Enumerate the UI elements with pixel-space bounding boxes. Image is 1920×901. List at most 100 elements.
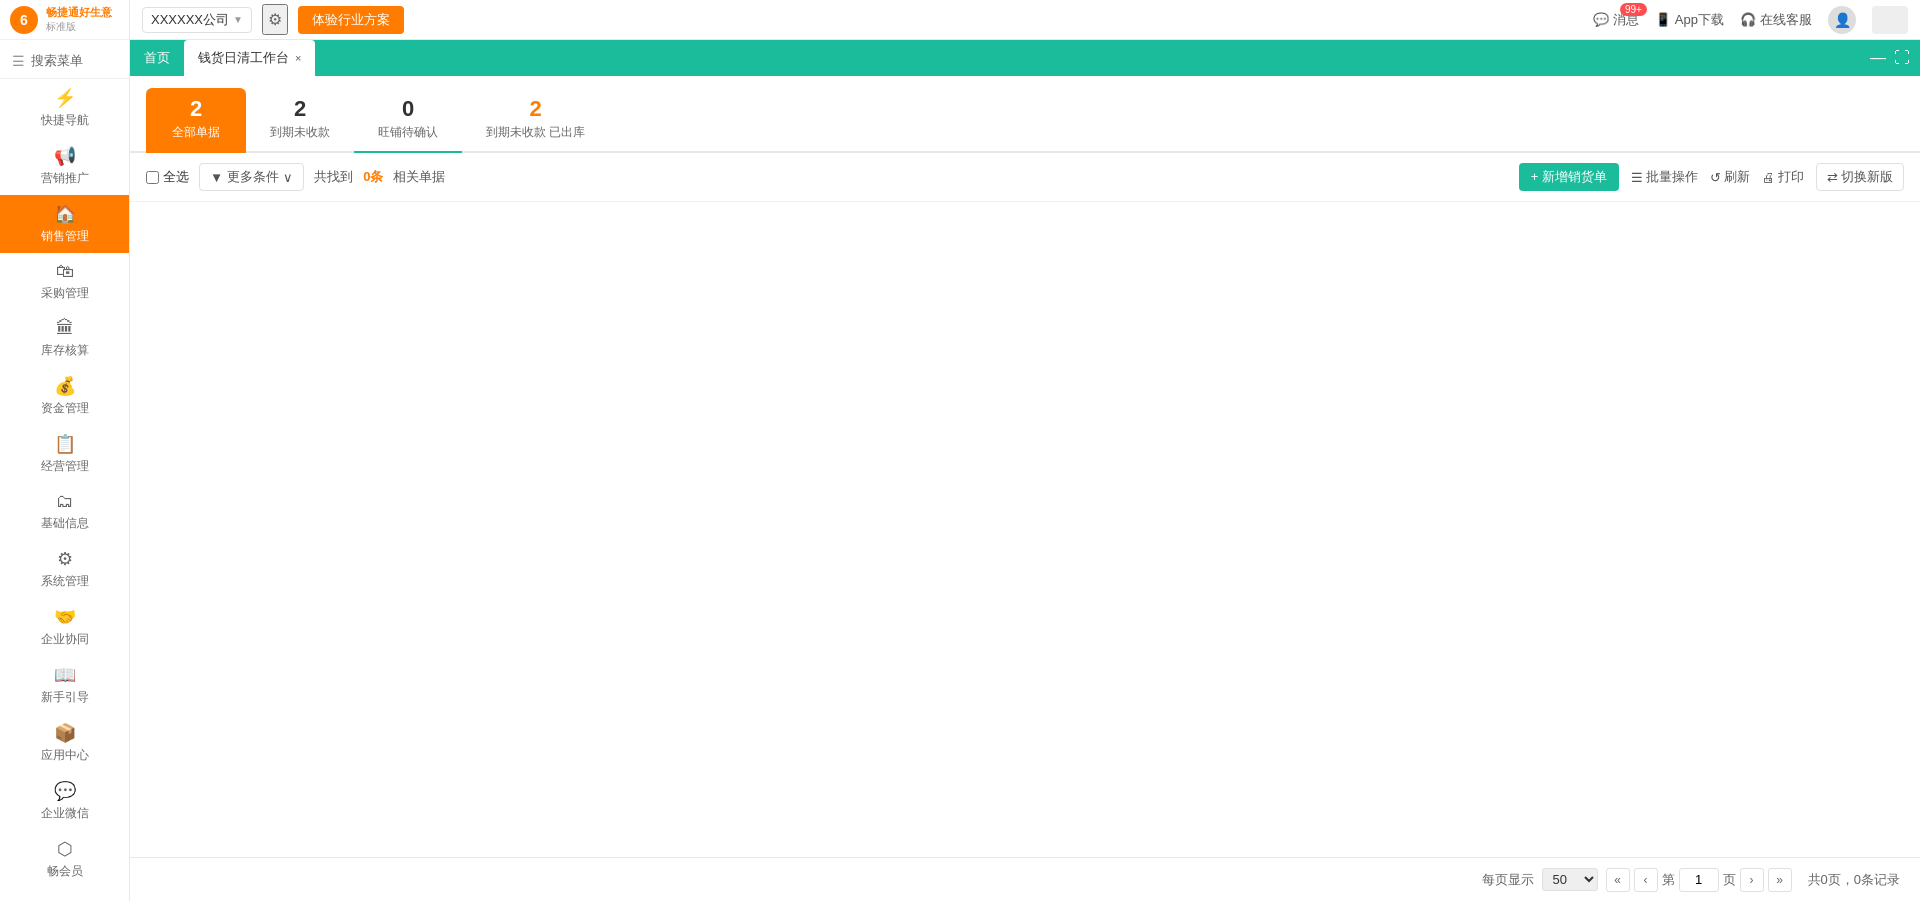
tab-close-icon[interactable]: × xyxy=(295,52,301,64)
found-prefix: 共找到 xyxy=(314,168,353,186)
sidebar-label-inventory: 库存核算 xyxy=(41,342,89,359)
sidebar-item-guide[interactable]: 📖 新手引导 xyxy=(0,656,129,714)
search-menu-label: 搜索菜单 xyxy=(31,52,83,70)
sidebar: 6 畅捷通好生意 标准版 ☰ 搜索菜单 ⚡ 快捷导航 📢 营销推广 🏠 销售管理… xyxy=(0,0,130,901)
toolbar: 全选 ▼ 更多条件 ∨ 共找到 0条 相关单据 + 新增销货单 ☰ 批量操作 ↺… xyxy=(130,153,1920,202)
filter-arrow-icon: ∨ xyxy=(283,170,293,185)
prev-page-btn[interactable]: ‹ xyxy=(1634,868,1658,892)
select-all-label: 全选 xyxy=(163,168,189,186)
tab-home[interactable]: 首页 xyxy=(130,40,184,76)
user-extra[interactable] xyxy=(1872,6,1908,34)
marketing-icon: 📢 xyxy=(54,145,76,167)
refresh-btn[interactable]: ↺ 刷新 xyxy=(1710,168,1750,186)
last-page-btn[interactable]: » xyxy=(1768,868,1792,892)
sidebar-label-marketing: 营销推广 xyxy=(41,170,89,187)
sidebar-item-marketing[interactable]: 📢 营销推广 xyxy=(0,137,129,195)
header-right: 💬 消息 99+ 📱 App下载 🎧 在线客服 👤 xyxy=(1593,6,1908,34)
inventory-icon: 🏛 xyxy=(56,318,74,339)
purchase-icon: 🛍 xyxy=(56,261,74,282)
sidebar-item-wechat[interactable]: 💬 企业微信 xyxy=(0,772,129,830)
enterprise-icon: 🤝 xyxy=(54,606,76,628)
tabs-bar-right: — ⛶ xyxy=(1870,49,1920,67)
sidebar-item-finance[interactable]: 💰 资金管理 xyxy=(0,367,129,425)
page-input[interactable] xyxy=(1679,868,1719,892)
sidebar-label-sales: 销售管理 xyxy=(41,228,89,245)
settings-button[interactable]: ⚙ xyxy=(262,4,288,35)
filter-button[interactable]: ▼ 更多条件 ∨ xyxy=(199,163,304,191)
system-icon: ⚙ xyxy=(57,548,73,570)
select-all-checkbox[interactable]: 全选 xyxy=(146,168,189,186)
switch-version-btn[interactable]: ⇄ 切换新版 xyxy=(1816,163,1904,191)
sidebar-label-quick-nav: 快捷导航 xyxy=(41,112,89,129)
stats-tabs: 2 全部单据 2 到期未收款 0 旺铺待确认 2 到期未收款 已出库 xyxy=(130,76,1920,153)
print-btn[interactable]: 🖨 打印 xyxy=(1762,168,1804,186)
main-content: 2 全部单据 2 到期未收款 0 旺铺待确认 2 到期未收款 已出库 全选 xyxy=(130,76,1920,901)
logo-text: 畅捷通好生意 标准版 xyxy=(46,5,112,34)
sidebar-label-finance: 资金管理 xyxy=(41,400,89,417)
refresh-icon: ↺ xyxy=(1710,170,1721,185)
select-all-input[interactable] xyxy=(146,171,159,184)
app-download-btn[interactable]: 📱 App下载 xyxy=(1655,11,1724,29)
first-page-btn[interactable]: « xyxy=(1606,868,1630,892)
stat-tab-wangpu[interactable]: 0 旺铺待确认 xyxy=(354,88,462,153)
per-page-select[interactable]: 50 20 100 xyxy=(1542,868,1598,891)
tabs-bar: 首页 钱货日清工作台 × — ⛶ xyxy=(130,40,1920,76)
switch-label: 切换新版 xyxy=(1841,168,1893,186)
stat-tab-out[interactable]: 2 到期未收款 已出库 xyxy=(462,88,609,153)
member-icon: ⬡ xyxy=(57,838,73,860)
content-wrapper: 2 全部单据 2 到期未收款 0 旺铺待确认 2 到期未收款 已出库 全选 xyxy=(130,76,1920,901)
stat-label-all: 全部单据 xyxy=(172,124,220,141)
sidebar-item-sales[interactable]: 🏠 销售管理 xyxy=(0,195,129,253)
quick-nav-icon: ⚡ xyxy=(54,87,76,109)
page-total: 共0页，0条记录 xyxy=(1808,871,1900,889)
page-suffix: 页 xyxy=(1723,871,1736,889)
logo-icon: 6 xyxy=(10,6,38,34)
company-selector[interactable]: XXXXXX公司 ▼ xyxy=(142,7,252,33)
sidebar-item-inventory[interactable]: 🏛 库存核算 xyxy=(0,310,129,367)
add-sales-btn[interactable]: + 新增销货单 xyxy=(1519,163,1619,191)
avatar[interactable]: 👤 xyxy=(1828,6,1856,34)
sidebar-item-base-info[interactable]: 🗂 基础信息 xyxy=(0,483,129,540)
sidebar-item-purchase[interactable]: 🛍 采购管理 xyxy=(0,253,129,310)
headset-icon: 🎧 xyxy=(1740,12,1756,27)
top-header: XXXXXX公司 ▼ ⚙ 体验行业方案 💬 消息 99+ 📱 App下载 🎧 在… xyxy=(130,0,1920,40)
sidebar-label-enterprise: 企业协同 xyxy=(41,631,89,648)
sidebar-item-app-center[interactable]: 📦 应用中心 xyxy=(0,714,129,772)
app-download-icon: 📱 xyxy=(1655,12,1671,27)
page-nav: « ‹ 第 页 › » xyxy=(1606,868,1792,892)
online-service-label: 在线客服 xyxy=(1760,11,1812,29)
finance-icon: 💰 xyxy=(54,375,76,397)
toolbar-right: + 新增销货单 ☰ 批量操作 ↺ 刷新 🖨 打印 ⇄ 切换新版 xyxy=(1519,163,1904,191)
sidebar-label-app-center: 应用中心 xyxy=(41,747,89,764)
tab-maximize-btn[interactable]: ⛶ xyxy=(1894,49,1910,67)
sidebar-item-quick-nav[interactable]: ⚡ 快捷导航 xyxy=(0,79,129,137)
message-btn[interactable]: 💬 消息 99+ xyxy=(1593,11,1639,29)
stat-tab-overdue[interactable]: 2 到期未收款 xyxy=(246,88,354,153)
stat-tab-all[interactable]: 2 全部单据 xyxy=(146,88,246,153)
sidebar-item-member[interactable]: ⬡ 畅会员 xyxy=(0,830,129,888)
sidebar-item-operations[interactable]: 📋 经营管理 xyxy=(0,425,129,483)
batch-operations-btn[interactable]: ☰ 批量操作 xyxy=(1631,168,1698,186)
tab-minimize-btn[interactable]: — xyxy=(1870,49,1886,67)
sidebar-label-guide: 新手引导 xyxy=(41,689,89,706)
stat-label-wangpu: 旺铺待确认 xyxy=(378,124,438,141)
sidebar-item-enterprise[interactable]: 🤝 企业协同 xyxy=(0,598,129,656)
sidebar-label-operations: 经营管理 xyxy=(41,458,89,475)
logo-area: 6 畅捷通好生意 标准版 xyxy=(0,0,129,40)
stat-num-all: 2 xyxy=(190,96,202,122)
sales-icon: 🏠 xyxy=(54,203,76,225)
tab-work-bench[interactable]: 钱货日清工作台 × xyxy=(184,40,315,76)
switch-icon: ⇄ xyxy=(1827,170,1838,185)
company-name: XXXXXX公司 xyxy=(151,11,229,29)
sidebar-item-system[interactable]: ⚙ 系统管理 xyxy=(0,540,129,598)
next-page-btn[interactable]: › xyxy=(1740,868,1764,892)
empty-table-area xyxy=(130,202,1920,901)
tab-home-label: 首页 xyxy=(144,49,170,67)
trial-button[interactable]: 体验行业方案 xyxy=(298,6,404,34)
sidebar-label-purchase: 采购管理 xyxy=(41,285,89,302)
found-count: 0条 xyxy=(363,168,383,186)
sidebar-item-search[interactable]: ☰ 搜索菜单 xyxy=(0,44,129,79)
filter-icon: ▼ xyxy=(210,170,223,185)
online-service-btn[interactable]: 🎧 在线客服 xyxy=(1740,11,1812,29)
batch-label: 批量操作 xyxy=(1646,168,1698,186)
